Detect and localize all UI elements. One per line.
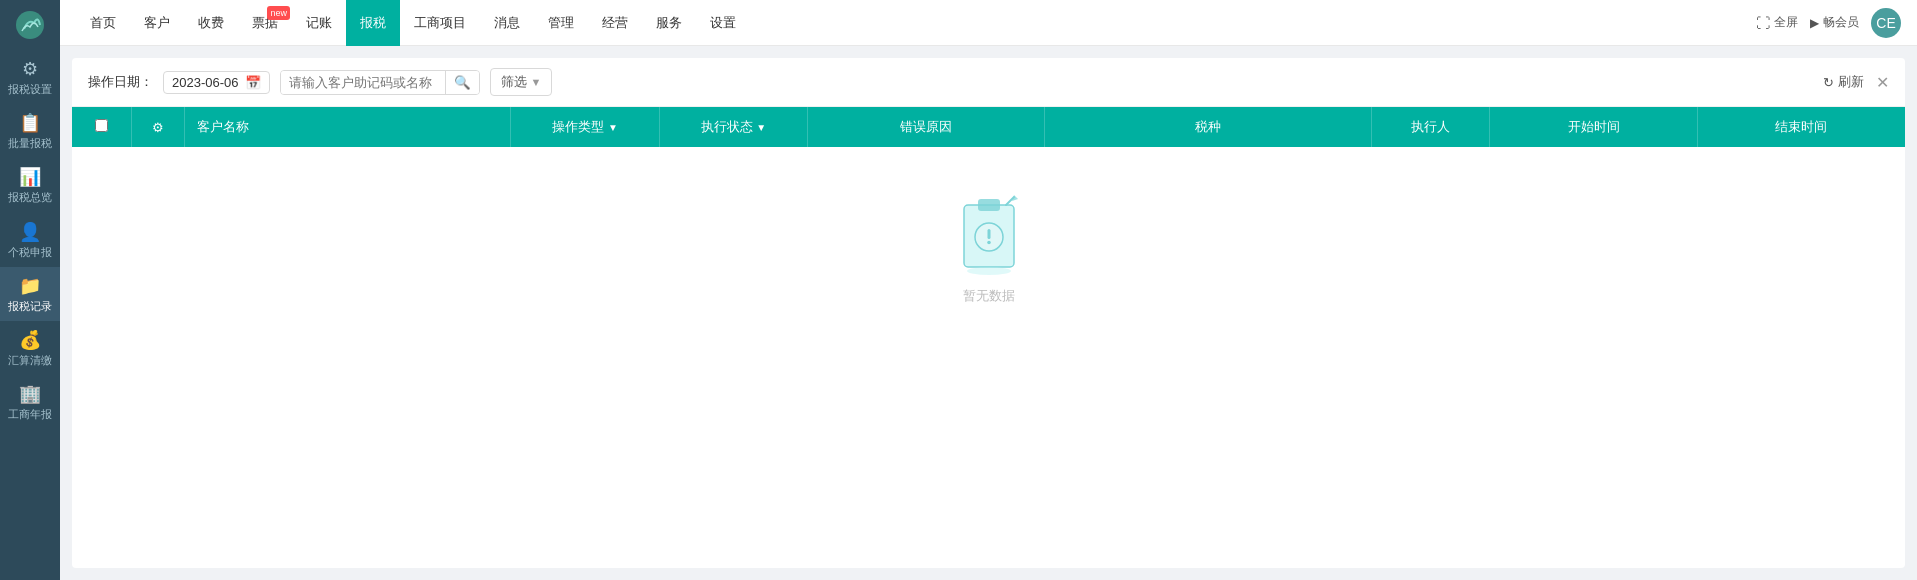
member-button[interactable]: ▶ 畅会员 xyxy=(1810,14,1859,31)
sidebar-item-label: 工商年报 xyxy=(8,408,52,421)
play-icon: ▶ xyxy=(1810,16,1819,30)
filter-button[interactable]: 筛选 ▼ xyxy=(490,68,553,96)
date-label: 操作日期： xyxy=(88,73,153,91)
th-error: 错误原因 xyxy=(808,107,1045,147)
close-button[interactable]: ✕ xyxy=(1876,73,1889,92)
th-tax: 税种 xyxy=(1045,107,1371,147)
nav-shezhi[interactable]: 设置 xyxy=(696,0,750,46)
sidebar: ⚙ 报税设置 📋 批量报税 📊 报税总览 👤 个税申报 📁 报税记录 💰 汇算清… xyxy=(0,0,60,580)
svg-point-9 xyxy=(967,267,1011,275)
sidebar-item-baoshui-jilu[interactable]: 📁 报税记录 xyxy=(0,267,60,321)
th-start: 开始时间 xyxy=(1490,107,1698,147)
th-executor: 执行人 xyxy=(1371,107,1490,147)
avatar[interactable]: CE xyxy=(1871,8,1901,38)
person-icon: 👤 xyxy=(19,221,41,243)
empty-text: 暂无数据 xyxy=(963,287,1015,305)
sidebar-item-label: 报税设置 xyxy=(8,83,52,96)
settings-icon: ⚙ xyxy=(22,58,38,80)
refresh-button[interactable]: ↻ 刷新 xyxy=(1823,73,1864,91)
fullscreen-icon: ⛶ xyxy=(1756,15,1770,31)
nav-xiaoxi[interactable]: 消息 xyxy=(480,0,534,46)
content-area: 操作日期： 2023-06-06 📅 🔍 筛选 ▼ ↻ 刷新 xyxy=(60,46,1917,580)
overview-icon: 📊 xyxy=(19,166,41,188)
sidebar-item-baoshui-shezhi[interactable]: ⚙ 报税设置 xyxy=(0,50,60,104)
empty-illustration xyxy=(944,187,1034,277)
record-icon: 📁 xyxy=(19,275,41,297)
th-gear[interactable]: ⚙ xyxy=(131,107,184,147)
search-button[interactable]: 🔍 xyxy=(445,71,479,94)
topnav-right: ⛶ 全屏 ▶ 畅会员 CE xyxy=(1756,8,1901,38)
search-box: 🔍 xyxy=(280,70,480,95)
sidebar-item-huisuan-jiaona[interactable]: 💰 汇算清缴 xyxy=(0,321,60,375)
search-input[interactable] xyxy=(281,71,445,94)
nav-jizhang[interactable]: 记账 xyxy=(292,0,346,46)
nav-client[interactable]: 客户 xyxy=(130,0,184,46)
calendar-icon: 📅 xyxy=(245,75,261,90)
data-table: ⚙ 客户名称 操作类型 ▼ 执行状态 ▼ xyxy=(72,107,1905,147)
sidebar-item-label: 报税总览 xyxy=(8,191,52,204)
filter-icon-status: ▼ xyxy=(756,122,766,133)
sidebar-item-geshui-shenbao[interactable]: 👤 个税申报 xyxy=(0,213,60,267)
batch-icon: 📋 xyxy=(19,112,41,134)
nav-gongshang[interactable]: 工商项目 xyxy=(400,0,480,46)
date-value: 2023-06-06 xyxy=(172,75,239,90)
toolbar-right: ↻ 刷新 ✕ xyxy=(1823,73,1889,92)
empty-state: 暂无数据 xyxy=(72,147,1905,345)
fullscreen-button[interactable]: ⛶ 全屏 xyxy=(1756,14,1798,31)
th-optype: 操作类型 ▼ xyxy=(511,107,659,147)
sidebar-item-label: 汇算清缴 xyxy=(8,354,52,367)
nav-piaoju[interactable]: 票据 new xyxy=(238,0,292,46)
main-panel: 操作日期： 2023-06-06 📅 🔍 筛选 ▼ ↻ 刷新 xyxy=(72,58,1905,568)
svg-rect-3 xyxy=(978,199,1000,211)
chevron-down-icon: ▼ xyxy=(531,76,542,88)
svg-line-7 xyxy=(1006,197,1014,205)
nav-items: 首页 客户 收费 票据 new 记账 报税 工商项目 消息 管理 经营 服务 设… xyxy=(76,0,1756,46)
nav-jingying[interactable]: 经营 xyxy=(588,0,642,46)
th-client: 客户名称 xyxy=(185,107,511,147)
refresh-icon: ↻ xyxy=(1823,75,1834,90)
sidebar-item-label: 个税申报 xyxy=(8,246,52,259)
th-end: 结束时间 xyxy=(1697,107,1905,147)
svg-point-6 xyxy=(987,241,991,245)
nav-home[interactable]: 首页 xyxy=(76,0,130,46)
topnav: 首页 客户 收费 票据 new 记账 报税 工商项目 消息 管理 经营 服务 设… xyxy=(60,0,1917,46)
sidebar-item-baoshui-zongjian[interactable]: 📊 报税总览 xyxy=(0,158,60,212)
payment-icon: 💰 xyxy=(19,329,41,351)
sidebar-item-piliang-baoshui[interactable]: 📋 批量报税 xyxy=(0,104,60,158)
nav-guanli[interactable]: 管理 xyxy=(534,0,588,46)
nav-fuwu[interactable]: 服务 xyxy=(642,0,696,46)
table-container: ⚙ 客户名称 操作类型 ▼ 执行状态 ▼ xyxy=(72,107,1905,568)
sidebar-item-label: 批量报税 xyxy=(8,137,52,150)
th-status: 执行状态 ▼ xyxy=(659,107,807,147)
svg-rect-5 xyxy=(987,229,990,239)
company-icon: 🏢 xyxy=(19,383,41,405)
filter-icon-optype: ▼ xyxy=(608,122,618,133)
nav-baoshui[interactable]: 报税 xyxy=(346,0,400,46)
sidebar-item-label: 报税记录 xyxy=(8,300,52,313)
date-picker[interactable]: 2023-06-06 📅 xyxy=(163,71,270,94)
toolbar: 操作日期： 2023-06-06 📅 🔍 筛选 ▼ ↻ 刷新 xyxy=(72,58,1905,107)
new-badge: new xyxy=(267,6,290,20)
select-all-checkbox[interactable] xyxy=(95,119,108,132)
main-area: 首页 客户 收费 票据 new 记账 报税 工商项目 消息 管理 经营 服务 设… xyxy=(60,0,1917,580)
sidebar-logo xyxy=(0,0,60,50)
sidebar-item-gongshang-nianbao[interactable]: 🏢 工商年报 xyxy=(0,375,60,429)
nav-shoufei[interactable]: 收费 xyxy=(184,0,238,46)
th-checkbox[interactable] xyxy=(72,107,131,147)
